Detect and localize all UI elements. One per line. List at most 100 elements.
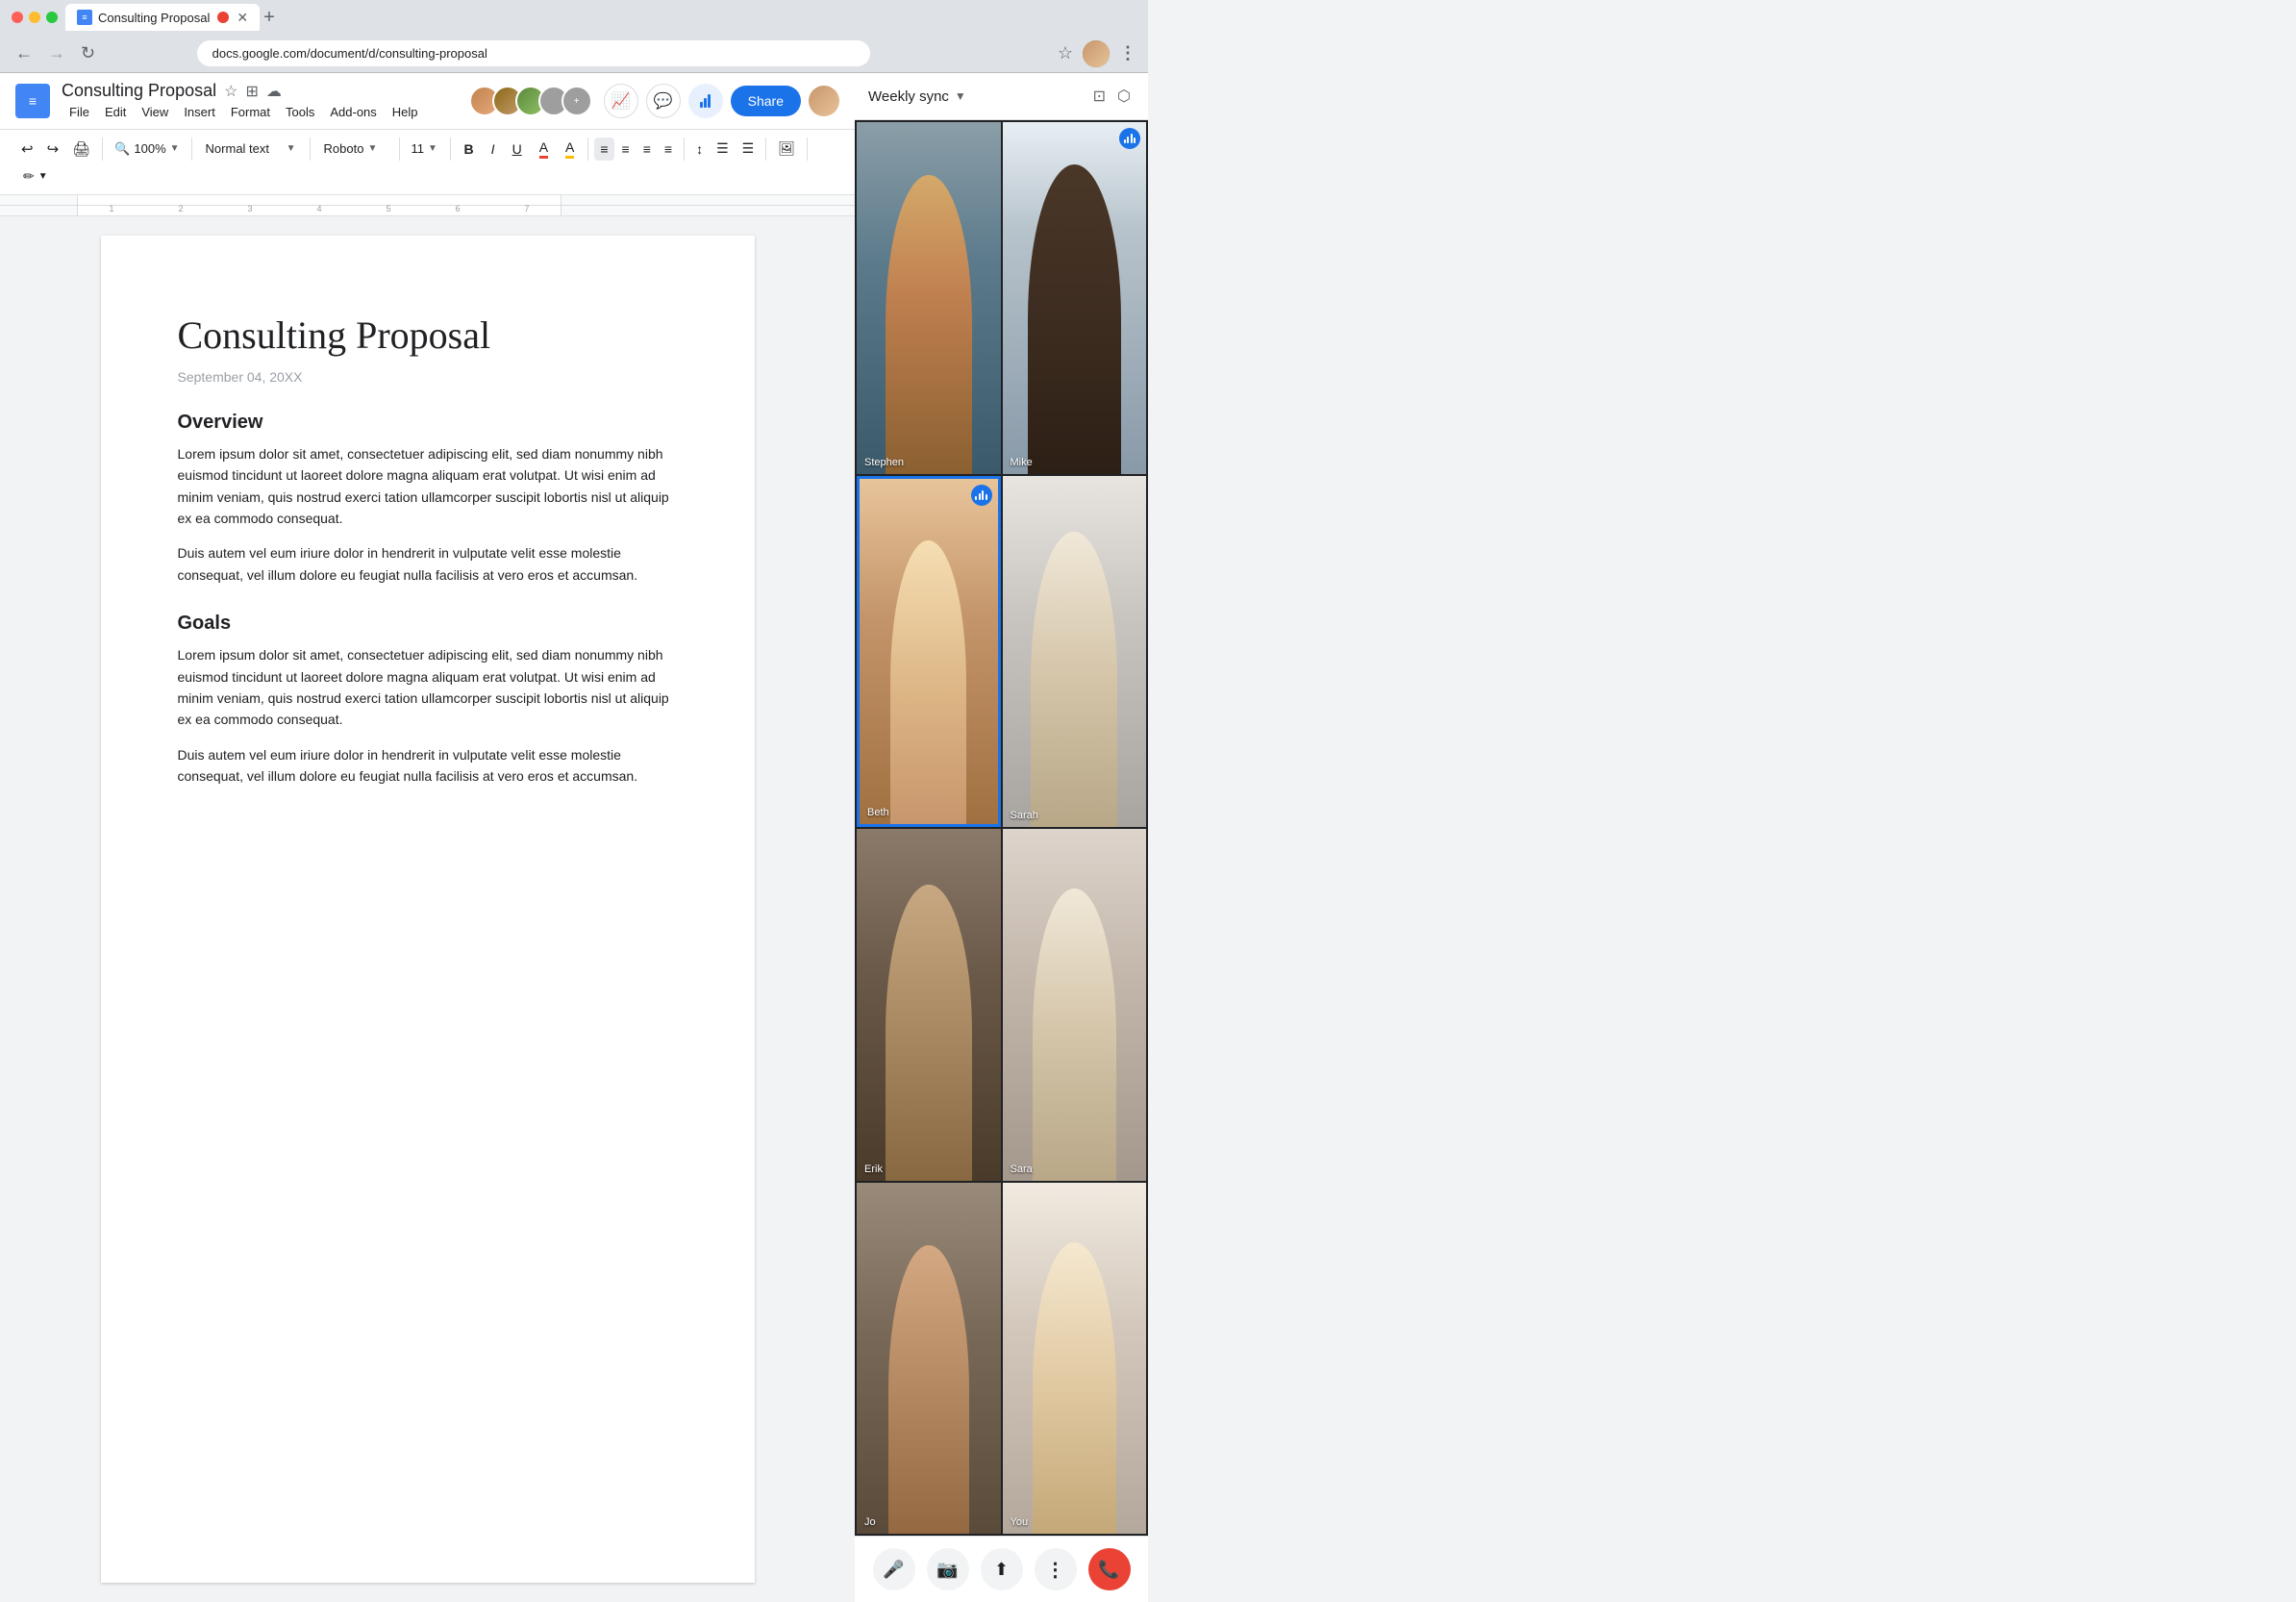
- mute-btn[interactable]: 🎤: [873, 1548, 915, 1590]
- zoom-chevron: ▼: [170, 143, 180, 154]
- new-tab-btn[interactable]: +: [263, 7, 275, 29]
- align-center-btn[interactable]: ≡: [616, 138, 636, 161]
- call-stats-btn[interactable]: 📈: [604, 84, 638, 118]
- tile-name-jo: Jo: [864, 1516, 876, 1528]
- video-tile-beth[interactable]: Beth: [857, 476, 1001, 828]
- highlight-btn[interactable]: A: [558, 136, 582, 163]
- toolbar-separator-2: [191, 138, 192, 161]
- video-panel-header: Weekly sync ▼ ⊡ ⬡: [855, 73, 1148, 120]
- edit-mode-btn[interactable]: ✏ ▼: [15, 164, 56, 188]
- video-tile-mike[interactable]: Mike: [1003, 122, 1147, 474]
- camera-btn[interactable]: 📷: [927, 1548, 969, 1590]
- toolbar: ↩ ↪ 🖨 🔍 100% ▼ Normal text ▼ Roboto ▼: [0, 130, 855, 195]
- share-btn[interactable]: Share: [731, 86, 801, 116]
- video-tile-erik[interactable]: Erik: [857, 829, 1001, 1181]
- section-overview-para-1: Lorem ipsum dolor sit amet, consectetuer…: [178, 443, 678, 530]
- justify-btn[interactable]: ≡: [659, 138, 678, 161]
- doc-body[interactable]: Consulting Proposal September 04, 20XX O…: [0, 216, 855, 1602]
- forward-btn[interactable]: →: [44, 39, 69, 67]
- end-call-btn[interactable]: 📞: [1088, 1548, 1131, 1590]
- align-left-btn[interactable]: ≡: [594, 138, 613, 161]
- dot-green[interactable]: [46, 12, 58, 23]
- doc-date: September 04, 20XX: [178, 369, 678, 385]
- font-select[interactable]: Roboto ▼: [316, 139, 393, 158]
- font-size-chevron: ▼: [428, 143, 437, 154]
- browser-dots: [12, 12, 58, 23]
- font-size-select[interactable]: 11 ▼: [406, 139, 444, 158]
- meeting-title-row: Weekly sync ▼: [868, 88, 966, 105]
- doc-page: Consulting Proposal September 04, 20XX O…: [101, 236, 755, 1583]
- image-btn[interactable]: 🖼: [772, 137, 801, 161]
- user-profile-avatar[interactable]: [1083, 40, 1110, 67]
- bookmark-icon-2[interactable]: ⊞: [245, 82, 258, 101]
- tab-bar: ≡ Consulting Proposal ✕ +: [65, 4, 1136, 31]
- bullet-btn[interactable]: ☰: [711, 137, 735, 161]
- line-spacing-btn[interactable]: ↕: [690, 138, 709, 161]
- pip-btn[interactable]: ⊡: [1089, 83, 1110, 110]
- toolbar-separator-4: [399, 138, 400, 161]
- address-input[interactable]: [197, 40, 870, 66]
- meet-btn[interactable]: [688, 84, 723, 118]
- tab-close-btn[interactable]: ✕: [237, 10, 248, 26]
- cloud-icon: ☁: [266, 82, 282, 101]
- tile-name-beth: Beth: [867, 807, 889, 818]
- video-tile-sarah[interactable]: Sarah: [1003, 476, 1147, 828]
- popout-btn[interactable]: ⬡: [1113, 83, 1135, 110]
- text-color-btn[interactable]: A: [532, 136, 556, 163]
- dot-yellow[interactable]: [29, 12, 40, 23]
- toolbar-separator-1: [102, 138, 103, 161]
- menu-edit[interactable]: Edit: [97, 103, 134, 121]
- dot-red[interactable]: [12, 12, 23, 23]
- refresh-btn[interactable]: ↻: [77, 39, 99, 67]
- more-options-btn[interactable]: ⋮: [1035, 1548, 1077, 1590]
- menu-file[interactable]: File: [62, 103, 97, 121]
- video-grid: Stephen Mike: [855, 120, 1148, 1536]
- video-tile-stephen[interactable]: Stephen: [857, 122, 1001, 474]
- toolbar-separator-9: [807, 138, 808, 161]
- zoom-value: 100%: [134, 141, 165, 156]
- video-tile-sara[interactable]: Sara: [1003, 829, 1147, 1181]
- italic-btn[interactable]: I: [484, 138, 503, 161]
- menu-addons[interactable]: Add-ons: [322, 103, 384, 121]
- menu-view[interactable]: View: [134, 103, 176, 121]
- heading-chevron: ▼: [287, 143, 296, 154]
- address-right: ☆ ⋮: [1058, 40, 1136, 67]
- video-tile-jo[interactable]: Jo: [857, 1183, 1001, 1535]
- zoom-select[interactable]: 🔍 100% ▼: [109, 139, 185, 159]
- section-goals-para-2: Duis autem vel eum iriure dolor in hendr…: [178, 744, 678, 788]
- underline-btn[interactable]: U: [505, 138, 530, 161]
- numbered-btn[interactable]: ☰: [736, 137, 761, 161]
- doc-title: Consulting Proposal: [62, 81, 216, 101]
- bold-btn[interactable]: B: [457, 138, 482, 161]
- toolbar-separator-8: [765, 138, 766, 161]
- user-avatar[interactable]: [809, 86, 839, 116]
- heading-select[interactable]: Normal text ▼: [198, 139, 304, 158]
- tab-red-dot: [217, 12, 229, 23]
- menu-tools[interactable]: Tools: [278, 103, 322, 121]
- address-bar-row: ← → ↻ ☆ ⋮: [0, 35, 1148, 73]
- tile-name-you: You: [1011, 1516, 1029, 1528]
- browser-menu-btn[interactable]: ⋮: [1119, 43, 1136, 63]
- tab-title: Consulting Proposal: [98, 11, 210, 25]
- meeting-dropdown-chevron[interactable]: ▼: [955, 89, 966, 103]
- back-btn[interactable]: ←: [12, 39, 37, 67]
- heading-value: Normal text: [206, 141, 269, 156]
- undo-btn[interactable]: ↩: [15, 137, 39, 162]
- tile-name-sarah: Sarah: [1011, 810, 1038, 821]
- bookmark-icon[interactable]: ☆: [1058, 43, 1073, 63]
- active-tab[interactable]: ≡ Consulting Proposal ✕: [65, 4, 260, 31]
- print-btn[interactable]: 🖨: [66, 137, 96, 162]
- comment-btn[interactable]: 💬: [646, 84, 681, 118]
- video-tile-you[interactable]: You: [1003, 1183, 1147, 1535]
- star-icon[interactable]: ☆: [224, 82, 237, 101]
- align-right-btn[interactable]: ≡: [637, 138, 657, 161]
- present-btn[interactable]: ⬆: [981, 1548, 1023, 1590]
- beth-speaking-indicator: [971, 485, 992, 506]
- menu-help[interactable]: Help: [385, 103, 426, 121]
- collab-avatar-more[interactable]: +: [562, 86, 592, 116]
- redo-btn[interactable]: ↪: [41, 137, 65, 162]
- collaborator-avatars: +: [469, 86, 592, 116]
- ruler: 1 2 3 4 5 6 7: [0, 195, 855, 216]
- menu-format[interactable]: Format: [223, 103, 278, 121]
- menu-insert[interactable]: Insert: [176, 103, 223, 121]
